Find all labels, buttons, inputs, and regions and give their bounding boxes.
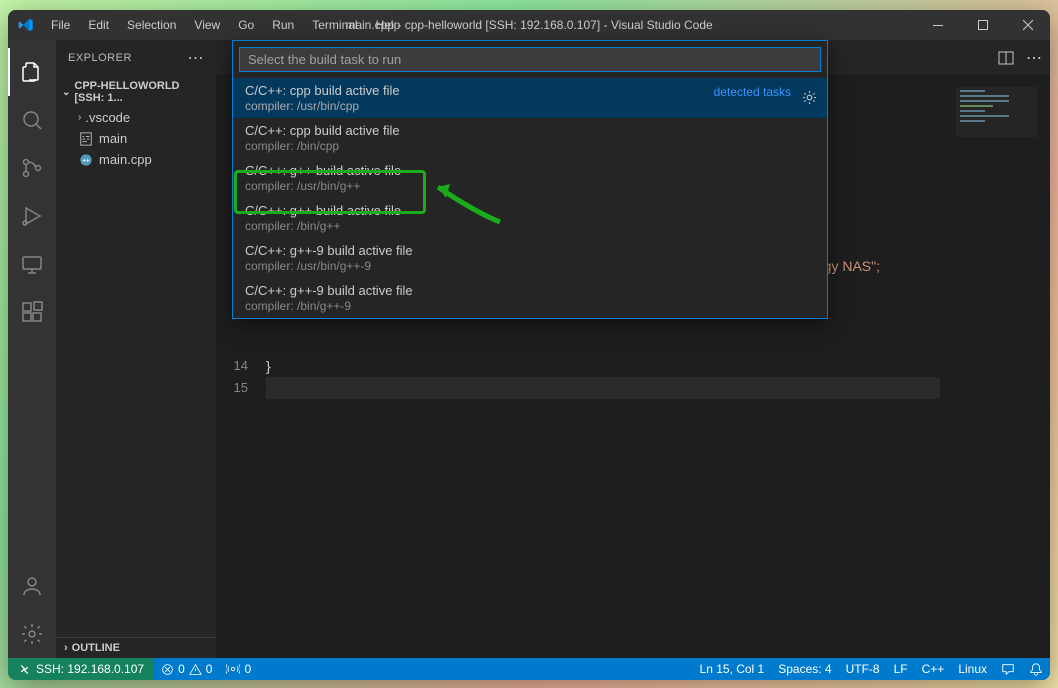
language-mode[interactable]: C++ bbox=[915, 658, 952, 680]
file-label: main bbox=[99, 131, 127, 146]
task-secondary: compiler: /usr/bin/g++-9 bbox=[245, 259, 815, 273]
sidebar-title: EXPLORER bbox=[68, 52, 132, 64]
eol[interactable]: LF bbox=[887, 658, 915, 680]
feedback-icon[interactable] bbox=[994, 658, 1022, 680]
file-label: main.cpp bbox=[99, 152, 152, 167]
extensions-icon[interactable] bbox=[8, 288, 56, 336]
statusbar: SSH: 192.168.0.107 0 0 0 Ln 15, Col 1 Sp… bbox=[8, 658, 1050, 680]
error-count: 0 bbox=[178, 662, 185, 676]
task-item[interactable]: C/C++: cpp build active file compiler: /… bbox=[233, 78, 827, 118]
task-primary: C/C++: g++ build active file bbox=[245, 163, 815, 178]
close-button[interactable] bbox=[1005, 10, 1050, 40]
project-name: CPP-HELLOWORLD [SSH: 1... bbox=[74, 80, 210, 104]
task-secondary: compiler: /usr/bin/g++ bbox=[245, 179, 815, 193]
task-primary: C/C++: g++-9 build active file bbox=[245, 283, 815, 298]
task-list: C/C++: cpp build active file compiler: /… bbox=[233, 78, 827, 318]
chevron-right-icon: › bbox=[78, 112, 81, 123]
maximize-button[interactable] bbox=[960, 10, 1005, 40]
editor-more-icon[interactable]: ⋯ bbox=[1026, 48, 1042, 68]
code-line: } bbox=[266, 355, 940, 377]
project-root[interactable]: ⌄ CPP-HELLOWORLD [SSH: 1... bbox=[56, 77, 216, 107]
task-item[interactable]: C/C++: g++-9 build active file compiler:… bbox=[233, 238, 827, 278]
minimap[interactable] bbox=[940, 75, 1050, 658]
svg-text:++: ++ bbox=[82, 157, 90, 164]
remote-explorer-icon[interactable] bbox=[8, 240, 56, 288]
cpp-file-icon: ++ bbox=[78, 153, 94, 167]
menu-go[interactable]: Go bbox=[230, 14, 262, 36]
explorer-tree: ⌄ CPP-HELLOWORLD [SSH: 1... › .vscode ma… bbox=[56, 75, 216, 172]
task-secondary: compiler: /bin/cpp bbox=[245, 139, 815, 153]
run-debug-icon[interactable] bbox=[8, 192, 56, 240]
quick-input-field[interactable] bbox=[239, 47, 821, 72]
sidebar-more-icon[interactable]: ⋯ bbox=[188, 48, 205, 68]
outline-section[interactable]: › OUTLINE bbox=[56, 637, 216, 658]
quick-input-picker: C/C++: cpp build active file compiler: /… bbox=[232, 40, 828, 319]
source-control-icon[interactable] bbox=[8, 144, 56, 192]
task-primary: C/C++: cpp build active file bbox=[245, 123, 815, 138]
encoding[interactable]: UTF-8 bbox=[839, 658, 887, 680]
line-number: 15 bbox=[216, 377, 248, 399]
ports-count: 0 bbox=[244, 662, 251, 676]
remote-indicator[interactable]: SSH: 192.168.0.107 bbox=[8, 658, 154, 680]
configure-task-gear-icon[interactable] bbox=[802, 90, 817, 105]
minimize-button[interactable] bbox=[915, 10, 960, 40]
line-number: 14 bbox=[216, 355, 248, 377]
cursor-position[interactable]: Ln 15, Col 1 bbox=[693, 658, 772, 680]
menu-selection[interactable]: Selection bbox=[119, 14, 184, 36]
task-primary: C/C++: g++-9 build active file bbox=[245, 243, 815, 258]
window-title: main.cpp - cpp-helloworld [SSH: 192.168.… bbox=[345, 18, 712, 32]
active-line-highlight bbox=[266, 377, 940, 399]
sidebar-header: EXPLORER ⋯ bbox=[56, 40, 216, 75]
window-controls bbox=[915, 10, 1050, 40]
task-item[interactable]: C/C++: g++-9 build active file compiler:… bbox=[233, 278, 827, 318]
task-item[interactable]: C/C++: cpp build active file compiler: /… bbox=[233, 118, 827, 158]
task-secondary: compiler: /bin/g++ bbox=[245, 219, 815, 233]
explorer-icon[interactable] bbox=[8, 48, 56, 96]
detected-tasks-label: detected tasks bbox=[714, 85, 791, 99]
task-item[interactable]: C/C++: g++ build active file compiler: /… bbox=[233, 198, 827, 238]
binary-file-icon bbox=[78, 132, 94, 146]
split-editor-icon[interactable] bbox=[998, 50, 1014, 66]
task-primary: C/C++: g++ build active file bbox=[245, 203, 815, 218]
settings-gear-icon[interactable] bbox=[8, 610, 56, 658]
outline-label: OUTLINE bbox=[72, 642, 120, 654]
chevron-down-icon: ⌄ bbox=[62, 87, 70, 98]
menu-edit[interactable]: Edit bbox=[80, 14, 117, 36]
titlebar: File Edit Selection View Go Run Terminal… bbox=[8, 10, 1050, 40]
sidebar: EXPLORER ⋯ ⌄ CPP-HELLOWORLD [SSH: 1... ›… bbox=[56, 40, 216, 658]
task-secondary: compiler: /usr/bin/cpp bbox=[245, 99, 815, 113]
activity-bar bbox=[8, 40, 56, 658]
remote-label: SSH: 192.168.0.107 bbox=[36, 662, 144, 676]
account-icon[interactable] bbox=[8, 562, 56, 610]
vscode-logo-icon bbox=[8, 17, 43, 33]
file-label: .vscode bbox=[85, 110, 130, 125]
chevron-right-icon: › bbox=[64, 642, 68, 654]
menu-file[interactable]: File bbox=[43, 14, 78, 36]
file-main-cpp[interactable]: ++ main.cpp bbox=[56, 149, 216, 170]
task-item[interactable]: C/C++: g++ build active file compiler: /… bbox=[233, 158, 827, 198]
task-secondary: compiler: /bin/g++-9 bbox=[245, 299, 815, 313]
indentation[interactable]: Spaces: 4 bbox=[771, 658, 838, 680]
menu-run[interactable]: Run bbox=[264, 14, 302, 36]
search-icon[interactable] bbox=[8, 96, 56, 144]
warning-count: 0 bbox=[206, 662, 213, 676]
ports-indicator[interactable]: 0 bbox=[219, 658, 258, 680]
menu-view[interactable]: View bbox=[186, 14, 228, 36]
file-main-binary[interactable]: main bbox=[56, 128, 216, 149]
os-indicator[interactable]: Linux bbox=[951, 658, 994, 680]
notifications-icon[interactable] bbox=[1022, 658, 1050, 680]
file-vscode-folder[interactable]: › .vscode bbox=[56, 107, 216, 128]
problems-indicator[interactable]: 0 0 bbox=[154, 658, 219, 680]
